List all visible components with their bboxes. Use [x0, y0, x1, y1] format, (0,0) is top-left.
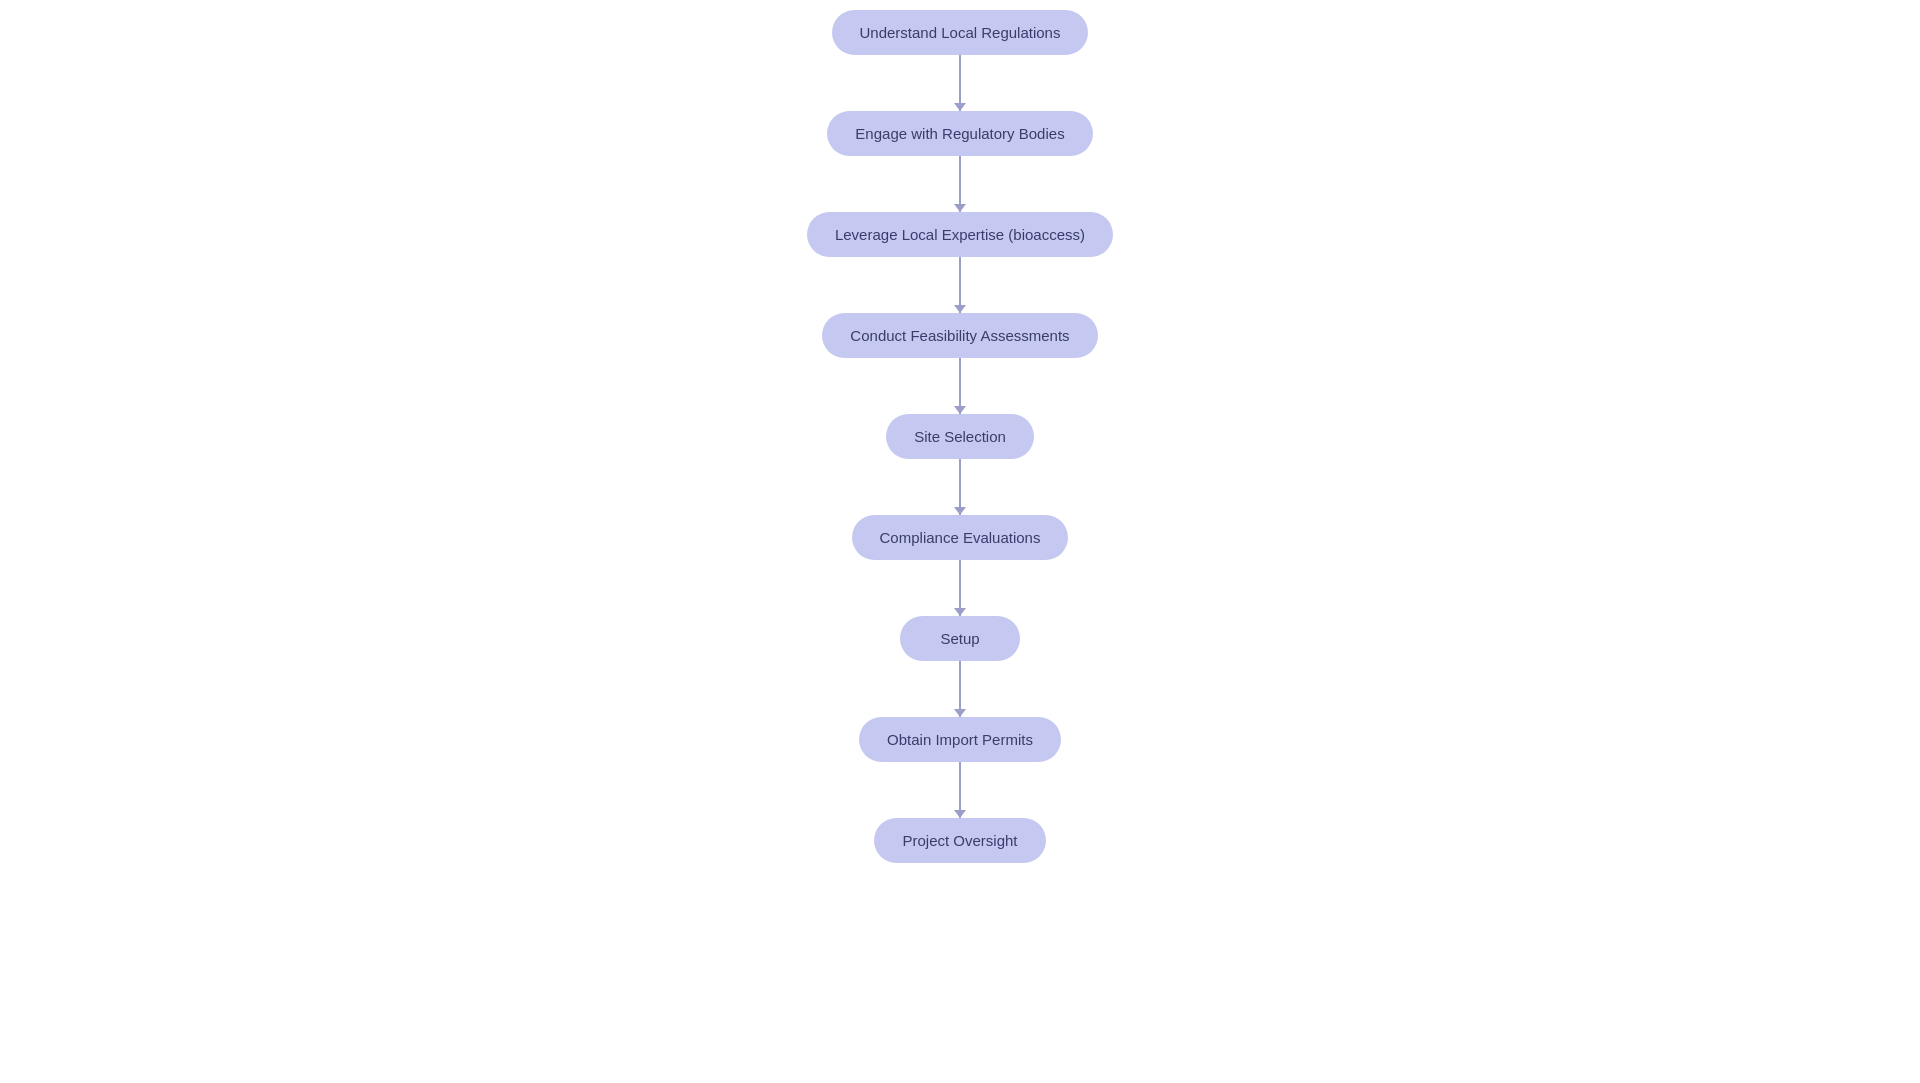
node-site-selection: Site Selection	[886, 414, 1034, 459]
connector-0	[959, 55, 961, 111]
node-leverage-local-expertise: Leverage Local Expertise (bioaccess)	[807, 212, 1113, 257]
connector-4	[959, 459, 961, 515]
node-conduct-feasibility-assessments: Conduct Feasibility Assessments	[822, 313, 1097, 358]
connector-1	[959, 156, 961, 212]
flowchart: Understand Local Regulations Engage with …	[807, 0, 1113, 863]
connector-6	[959, 661, 961, 717]
node-engage-with-regulatory-bodies: Engage with Regulatory Bodies	[827, 111, 1092, 156]
connector-7	[959, 762, 961, 818]
node-setup: Setup	[900, 616, 1020, 661]
connector-5	[959, 560, 961, 616]
connector-2	[959, 257, 961, 313]
node-obtain-import-permits: Obtain Import Permits	[859, 717, 1061, 762]
connector-3	[959, 358, 961, 414]
node-project-oversight: Project Oversight	[874, 818, 1045, 863]
node-understand-local-regulations: Understand Local Regulations	[832, 10, 1089, 55]
node-compliance-evaluations: Compliance Evaluations	[852, 515, 1069, 560]
